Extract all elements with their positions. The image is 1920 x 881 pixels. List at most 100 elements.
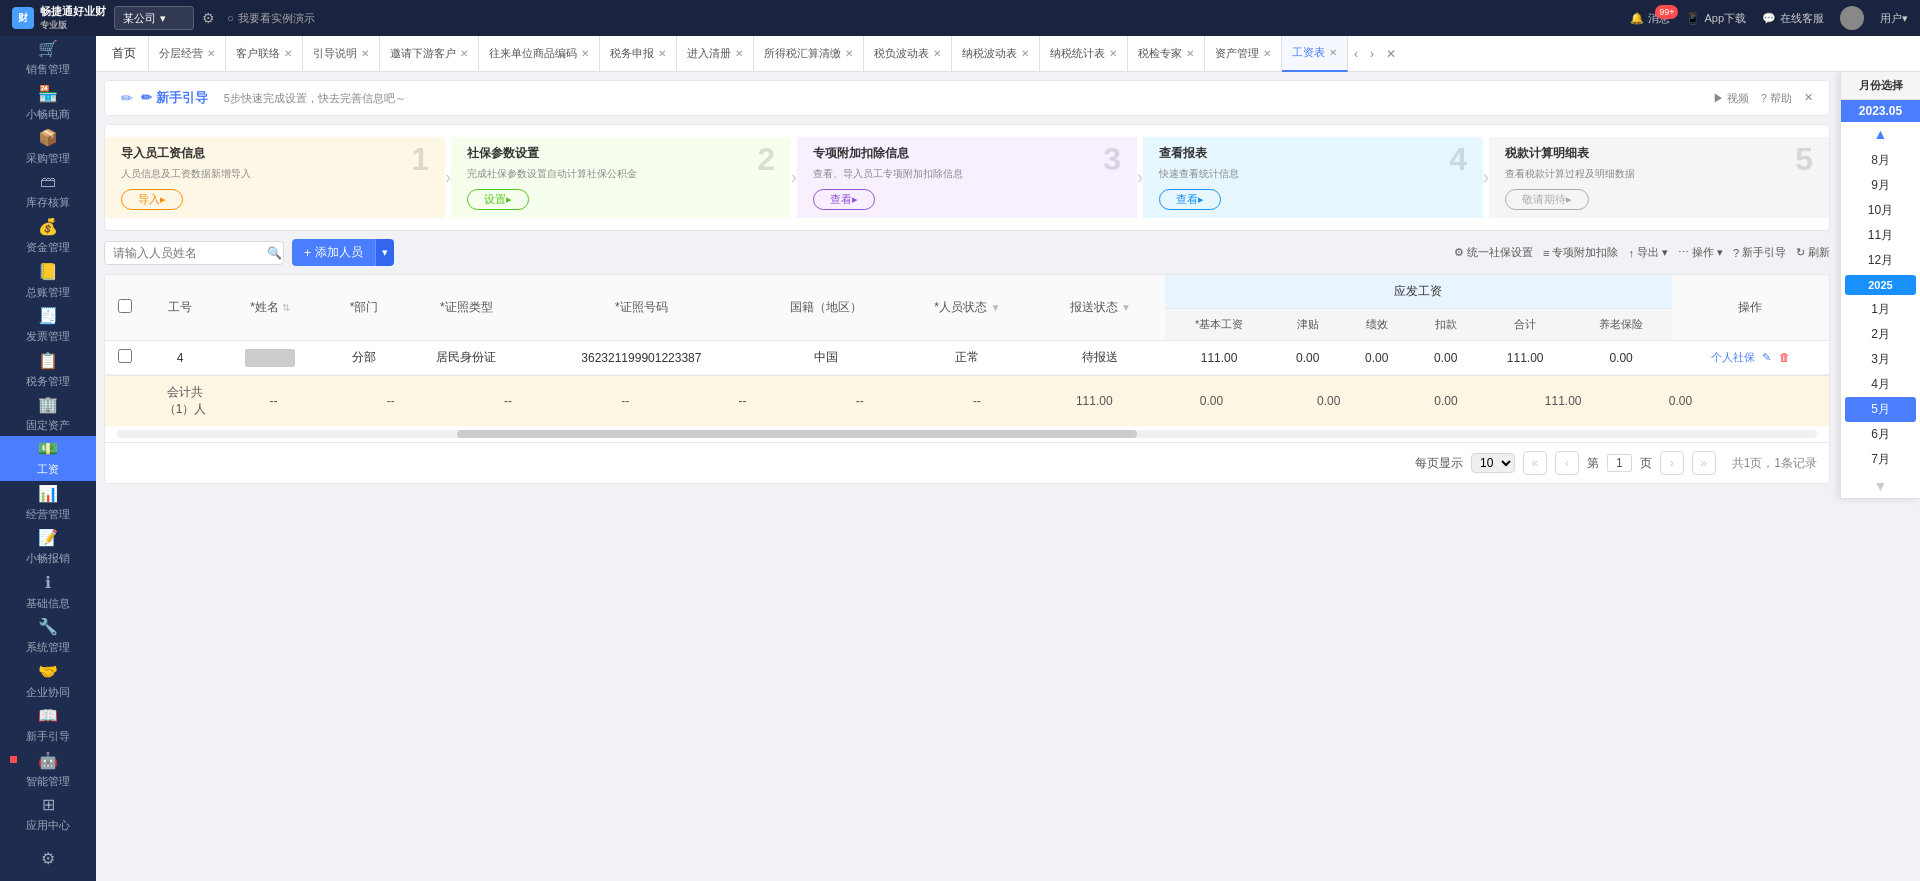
sidebar-item-tax[interactable]: 📋 税务管理: [0, 347, 96, 391]
tab-close-clearbook[interactable]: ✕: [735, 48, 743, 59]
tab-nav-close-all[interactable]: ✕: [1380, 47, 1402, 61]
tab-customer[interactable]: 客户联络 ✕: [226, 36, 303, 72]
tab-close-taxreduce[interactable]: ✕: [933, 48, 941, 59]
guide-video-btn[interactable]: ▶ 视频: [1713, 91, 1749, 106]
step-3-btn[interactable]: 查看▸: [813, 189, 875, 210]
tab-clearbook[interactable]: 进入清册 ✕: [677, 36, 754, 72]
sidebar-item-system[interactable]: 🔧 系统管理: [0, 614, 96, 658]
name-sort-icon[interactable]: ⇅: [282, 302, 290, 313]
tab-close-unitcode[interactable]: ✕: [581, 48, 589, 59]
tab-nav-left[interactable]: ‹: [1348, 47, 1364, 61]
report-filter-icon[interactable]: ▼: [1121, 302, 1131, 313]
messages-btn[interactable]: 🔔 消息 99+: [1630, 11, 1670, 26]
month-item-9[interactable]: 9月: [1845, 173, 1916, 198]
action-edit-btn[interactable]: ✎: [1762, 351, 1771, 363]
tab-close-assetmgr[interactable]: ✕: [1263, 48, 1271, 59]
special-deduct-btn[interactable]: ≡ 专项附加扣除: [1543, 245, 1618, 260]
sidebar-item-inventory[interactable]: 🗃 库存核算: [0, 169, 96, 213]
month-item-2[interactable]: 2月: [1845, 322, 1916, 347]
company-selector[interactable]: 某公司 ▾: [114, 6, 194, 30]
tab-taxstat[interactable]: 纳税波动表 ✕: [952, 36, 1040, 72]
gear-button[interactable]: ⚙: [202, 10, 215, 26]
first-page-btn[interactable]: «: [1523, 451, 1547, 475]
month-item-3[interactable]: 3月: [1845, 347, 1916, 372]
tab-home[interactable]: 首页: [100, 36, 149, 72]
scrollbar-thumb[interactable]: [457, 430, 1137, 438]
sidebar-item-purchase[interactable]: 📦 采购管理: [0, 125, 96, 169]
tab-taxdecl[interactable]: 税务申报 ✕: [600, 36, 677, 72]
tab-unitcode[interactable]: 往来单位商品编码 ✕: [479, 36, 600, 72]
add-person-dropdown-btn[interactable]: ▾: [375, 239, 394, 266]
actions-btn[interactable]: ⋯ 操作 ▾: [1678, 245, 1723, 260]
step-1-btn[interactable]: 导入▸: [121, 189, 183, 210]
sidebar-item-settings[interactable]: ⚙: [0, 837, 96, 881]
tab-close-taxcalc[interactable]: ✕: [845, 48, 853, 59]
select-all-checkbox[interactable]: [118, 299, 132, 313]
tab-assetmgr[interactable]: 资产管理 ✕: [1205, 36, 1282, 72]
status-filter-icon[interactable]: ▼: [990, 302, 1000, 313]
action-social-btn[interactable]: 个人社保: [1711, 351, 1755, 363]
tab-taxcalc[interactable]: 所得税汇算清缴 ✕: [754, 36, 864, 72]
online-service-btn[interactable]: 💬 在线客服: [1762, 11, 1824, 26]
sidebar-item-ledger[interactable]: 📒 总账管理: [0, 258, 96, 302]
user-name[interactable]: 用户▾: [1880, 11, 1908, 26]
sidebar-item-salary[interactable]: 💵 工资: [0, 436, 96, 480]
tab-hierarchy[interactable]: 分层经营 ✕: [149, 36, 226, 72]
search-input[interactable]: [113, 246, 263, 260]
action-delete-btn[interactable]: 🗑: [1779, 351, 1790, 363]
sidebar-item-operations[interactable]: 📊 经营管理: [0, 481, 96, 525]
tab-close-taxcount[interactable]: ✕: [1109, 48, 1117, 59]
row-checkbox[interactable]: [118, 349, 132, 363]
per-page-select[interactable]: 10 20 50: [1471, 453, 1515, 473]
last-page-btn[interactable]: »: [1692, 451, 1716, 475]
step-2-btn[interactable]: 设置▸: [467, 189, 529, 210]
tab-close-taxstat[interactable]: ✕: [1021, 48, 1029, 59]
month-item-7[interactable]: 7月: [1845, 447, 1916, 472]
month-item-4[interactable]: 4月: [1845, 372, 1916, 397]
demo-btn[interactable]: ○ 我要看实例演示: [227, 11, 315, 26]
refresh-btn[interactable]: ↻ 刷新: [1796, 245, 1830, 260]
month-item-8[interactable]: 8月: [1845, 148, 1916, 173]
sidebar-item-smart[interactable]: 🤖 智能管理: [0, 748, 96, 792]
tab-salary[interactable]: 工资表 ✕: [1282, 36, 1348, 72]
tab-invite[interactable]: 邀请下游客户 ✕: [380, 36, 479, 72]
sidebar-item-apps[interactable]: ⊞ 应用中心: [0, 792, 96, 836]
horizontal-scrollbar[interactable]: [117, 430, 1817, 438]
search-icon[interactable]: 🔍: [267, 246, 282, 260]
tab-close-customer[interactable]: ✕: [284, 48, 292, 59]
next-page-btn[interactable]: ›: [1660, 451, 1684, 475]
month-item-5[interactable]: 5月: [1845, 397, 1916, 422]
sidebar-item-enterprise[interactable]: 🤝 企业协同: [0, 659, 96, 703]
tab-taxreduce[interactable]: 税负波动表 ✕: [864, 36, 952, 72]
add-person-btn[interactable]: + 添加人员: [292, 239, 375, 266]
prev-page-btn[interactable]: ‹: [1555, 451, 1579, 475]
month-nav-down-btn[interactable]: ▼: [1872, 478, 1890, 494]
tab-close-hierarchy[interactable]: ✕: [207, 48, 215, 59]
sidebar-item-invoice[interactable]: 🧾 发票管理: [0, 303, 96, 347]
tab-taxexpert[interactable]: 税检专家 ✕: [1128, 36, 1205, 72]
tab-close-salary[interactable]: ✕: [1329, 47, 1337, 58]
unify-social-btn[interactable]: ⚙ 统一社保设置: [1454, 245, 1533, 260]
step-4-btn[interactable]: 查看▸: [1159, 189, 1221, 210]
avatar[interactable]: [1840, 6, 1864, 30]
month-nav-up-btn[interactable]: ▲: [1872, 126, 1890, 142]
month-item-1[interactable]: 1月: [1845, 297, 1916, 322]
app-download-btn[interactable]: 📱 App下载: [1686, 11, 1746, 26]
new-guide-btn[interactable]: ? 新手引导: [1733, 245, 1786, 260]
sidebar-item-guide[interactable]: 📖 新手引导: [0, 703, 96, 747]
tab-nav-right[interactable]: ›: [1364, 47, 1380, 61]
sidebar-item-xiaoreport[interactable]: 📝 小畅报销: [0, 525, 96, 569]
tab-guide[interactable]: 引导说明 ✕: [303, 36, 380, 72]
tab-close-invite[interactable]: ✕: [460, 48, 468, 59]
sidebar-item-assets[interactable]: 🏢 固定资产: [0, 392, 96, 436]
month-item-10[interactable]: 10月: [1845, 198, 1916, 223]
tab-close-taxexpert[interactable]: ✕: [1186, 48, 1194, 59]
step-5-btn[interactable]: 敬请期待▸: [1505, 189, 1589, 210]
sidebar-item-finance[interactable]: 💰 资金管理: [0, 214, 96, 258]
search-box[interactable]: 🔍: [104, 241, 284, 265]
month-item-6[interactable]: 6月: [1845, 422, 1916, 447]
sidebar-item-sales[interactable]: 🛒 销售管理: [0, 36, 96, 80]
month-item-11[interactable]: 11月: [1845, 223, 1916, 248]
guide-help-btn[interactable]: ? 帮助: [1761, 91, 1792, 106]
sidebar-item-basic[interactable]: ℹ 基础信息: [0, 570, 96, 614]
